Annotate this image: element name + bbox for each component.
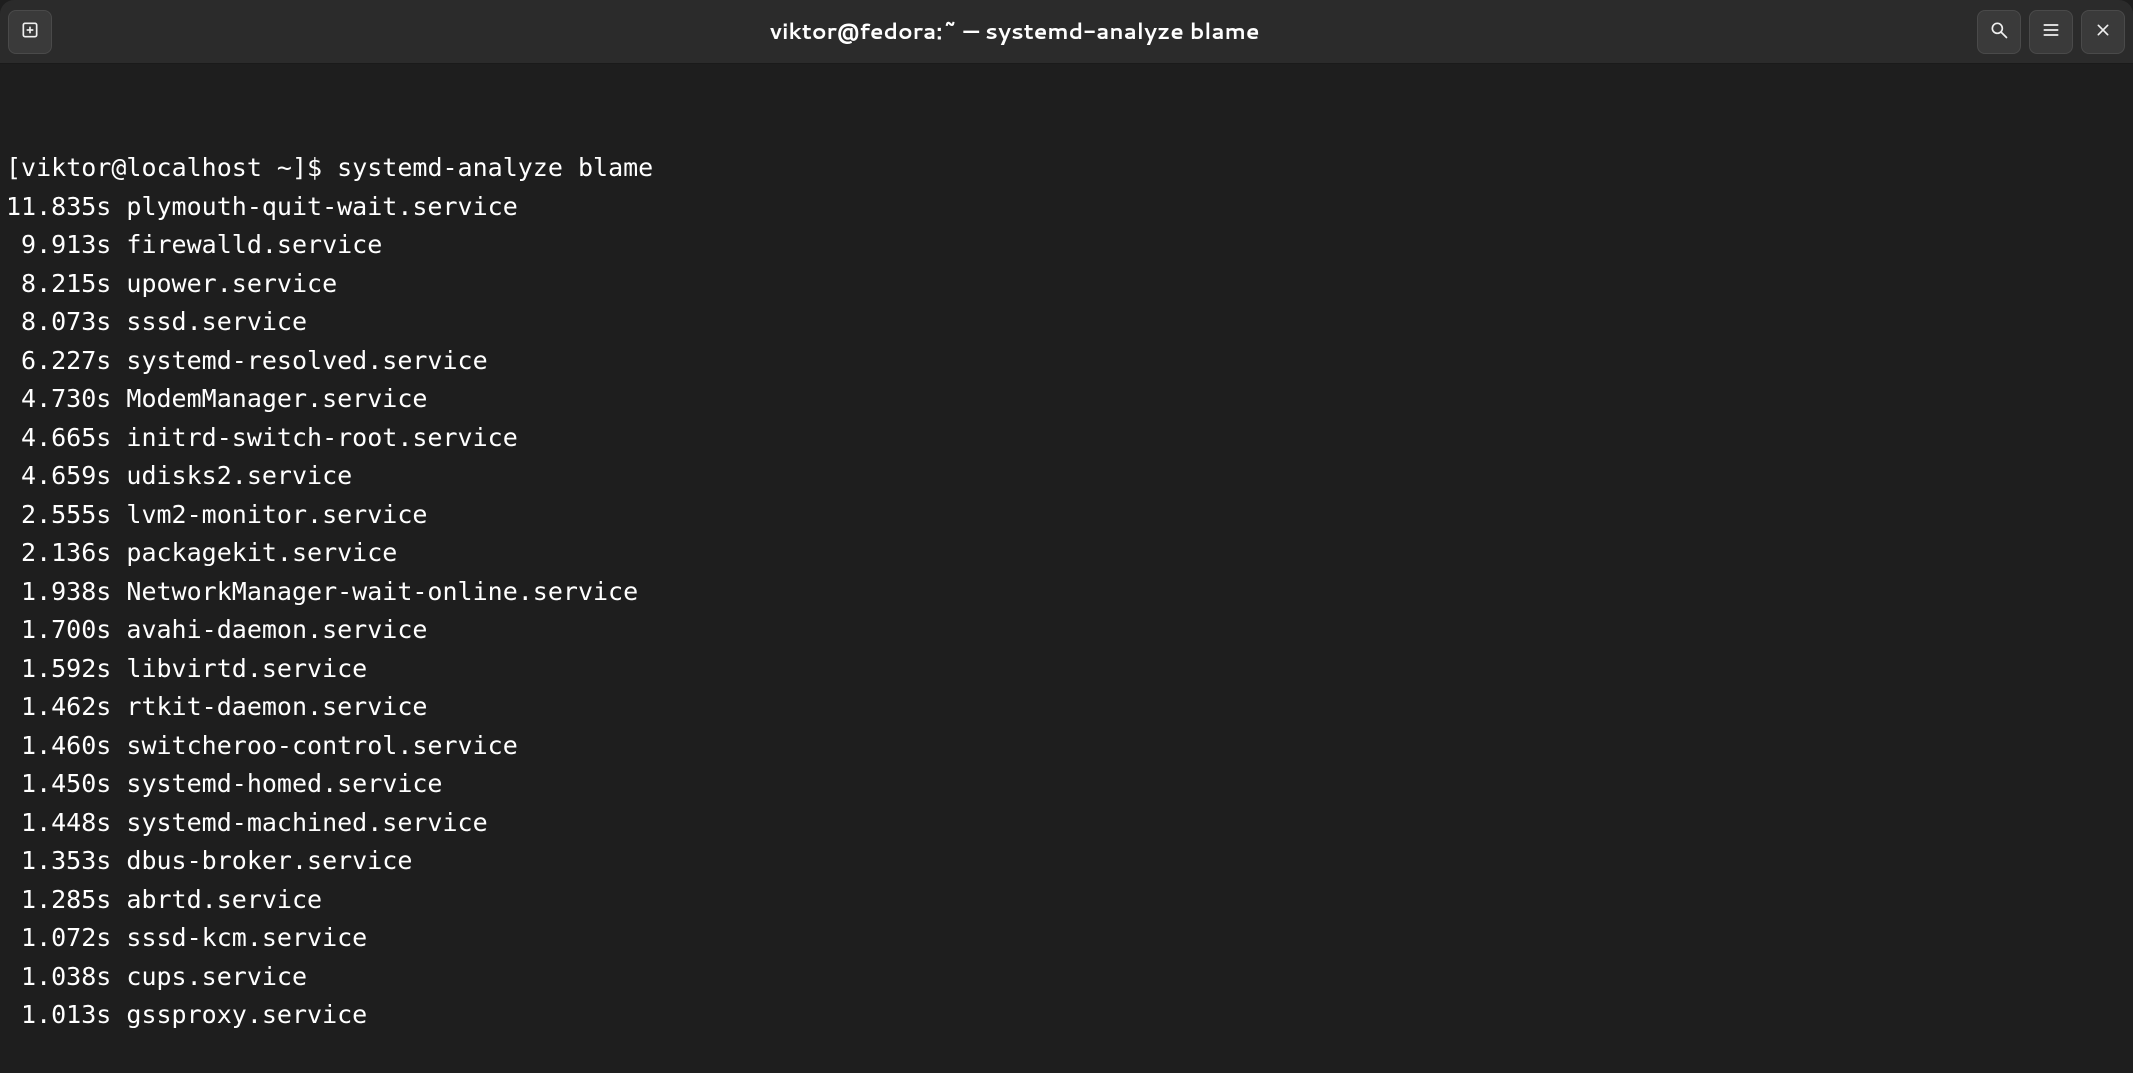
blame-row: 1.450s systemd-homed.service [6, 765, 2127, 804]
blame-row: 11.835s plymouth-quit-wait.service [6, 188, 2127, 227]
search-icon [1989, 20, 2009, 44]
blame-service: udisks2.service [126, 461, 352, 490]
blame-row: 1.353s dbus-broker.service [6, 842, 2127, 881]
blame-service: libvirtd.service [126, 654, 367, 683]
close-button[interactable] [2081, 10, 2125, 54]
blame-row: 1.592s libvirtd.service [6, 650, 2127, 689]
blame-time: 8.215s [6, 265, 111, 304]
blame-service: systemd-machined.service [126, 808, 487, 837]
search-button[interactable] [1977, 10, 2021, 54]
blame-row: 2.136s packagekit.service [6, 534, 2127, 573]
blame-time: 6.227s [6, 342, 111, 381]
titlebar-right-group [1977, 10, 2125, 54]
blame-service: dbus-broker.service [126, 846, 412, 875]
blame-service: cups.service [126, 962, 307, 991]
blame-time: 4.659s [6, 457, 111, 496]
prompt-line: [viktor@localhost ~]$ systemd-analyze bl… [6, 149, 2127, 188]
blame-row: 4.730s ModemManager.service [6, 380, 2127, 419]
blame-row: 2.555s lvm2-monitor.service [6, 496, 2127, 535]
blame-row: 1.700s avahi-daemon.service [6, 611, 2127, 650]
blame-service: plymouth-quit-wait.service [126, 192, 517, 221]
blame-service: firewalld.service [126, 230, 382, 259]
blame-row: 4.665s initrd-switch-root.service [6, 419, 2127, 458]
blame-time: 2.555s [6, 496, 111, 535]
blame-row: 4.659s udisks2.service [6, 457, 2127, 496]
blame-time: 1.462s [6, 688, 111, 727]
shell-prompt: [viktor@localhost ~]$ [6, 153, 337, 182]
blame-time: 2.136s [6, 534, 111, 573]
terminal-output[interactable]: [viktor@localhost ~]$ systemd-analyze bl… [0, 64, 2133, 1073]
hamburger-icon [2041, 20, 2061, 44]
blame-service: systemd-homed.service [126, 769, 442, 798]
blame-service: ModemManager.service [126, 384, 427, 413]
blame-row: 1.460s switcheroo-control.service [6, 727, 2127, 766]
shell-command: systemd-analyze blame [337, 153, 653, 182]
blame-service: systemd-resolved.service [126, 346, 487, 375]
blame-list: 11.835s plymouth-quit-wait.service9.913s… [6, 188, 2127, 1035]
blame-time: 1.448s [6, 804, 111, 843]
window-title: viktor@fedora:~ — systemd-analyze blame [52, 16, 1977, 47]
blame-service: upower.service [126, 269, 337, 298]
blame-row: 8.073s sssd.service [6, 303, 2127, 342]
blame-service: gssproxy.service [126, 1000, 367, 1029]
blame-time: 1.938s [6, 573, 111, 612]
menu-button[interactable] [2029, 10, 2073, 54]
window-titlebar: viktor@fedora:~ — systemd-analyze blame [0, 0, 2133, 64]
blame-time: 1.460s [6, 727, 111, 766]
new-tab-button[interactable] [8, 10, 52, 54]
blame-row: 9.913s firewalld.service [6, 226, 2127, 265]
titlebar-left-group [8, 10, 52, 54]
blame-time: 8.073s [6, 303, 111, 342]
new-tab-icon [20, 20, 40, 44]
blame-time: 1.285s [6, 881, 111, 920]
blame-time: 1.700s [6, 611, 111, 650]
blame-time: 4.665s [6, 419, 111, 458]
blame-time: 1.038s [6, 958, 111, 997]
blame-service: NetworkManager-wait-online.service [126, 577, 638, 606]
blame-service: abrtd.service [126, 885, 322, 914]
blame-time: 4.730s [6, 380, 111, 419]
blame-row: 1.938s NetworkManager-wait-online.servic… [6, 573, 2127, 612]
blame-time: 1.450s [6, 765, 111, 804]
blame-time: 11.835s [6, 188, 111, 227]
blame-row: 8.215s upower.service [6, 265, 2127, 304]
blame-row: 6.227s systemd-resolved.service [6, 342, 2127, 381]
blame-service: initrd-switch-root.service [126, 423, 517, 452]
blame-service: lvm2-monitor.service [126, 500, 427, 529]
blame-time: 1.353s [6, 842, 111, 881]
blame-service: packagekit.service [126, 538, 397, 567]
blame-row: 1.038s cups.service [6, 958, 2127, 997]
blame-row: 1.072s sssd-kcm.service [6, 919, 2127, 958]
close-icon [2095, 22, 2111, 42]
blame-service: rtkit-daemon.service [126, 692, 427, 721]
blame-service: avahi-daemon.service [126, 615, 427, 644]
blame-time: 9.913s [6, 226, 111, 265]
blame-row: 1.448s systemd-machined.service [6, 804, 2127, 843]
blame-service: sssd.service [126, 307, 307, 336]
blame-time: 1.592s [6, 650, 111, 689]
blame-service: switcheroo-control.service [126, 731, 517, 760]
blame-time: 1.072s [6, 919, 111, 958]
blame-row: 1.462s rtkit-daemon.service [6, 688, 2127, 727]
blame-time: 1.013s [6, 996, 111, 1035]
blame-service: sssd-kcm.service [126, 923, 367, 952]
blame-row: 1.285s abrtd.service [6, 881, 2127, 920]
blame-row: 1.013s gssproxy.service [6, 996, 2127, 1035]
